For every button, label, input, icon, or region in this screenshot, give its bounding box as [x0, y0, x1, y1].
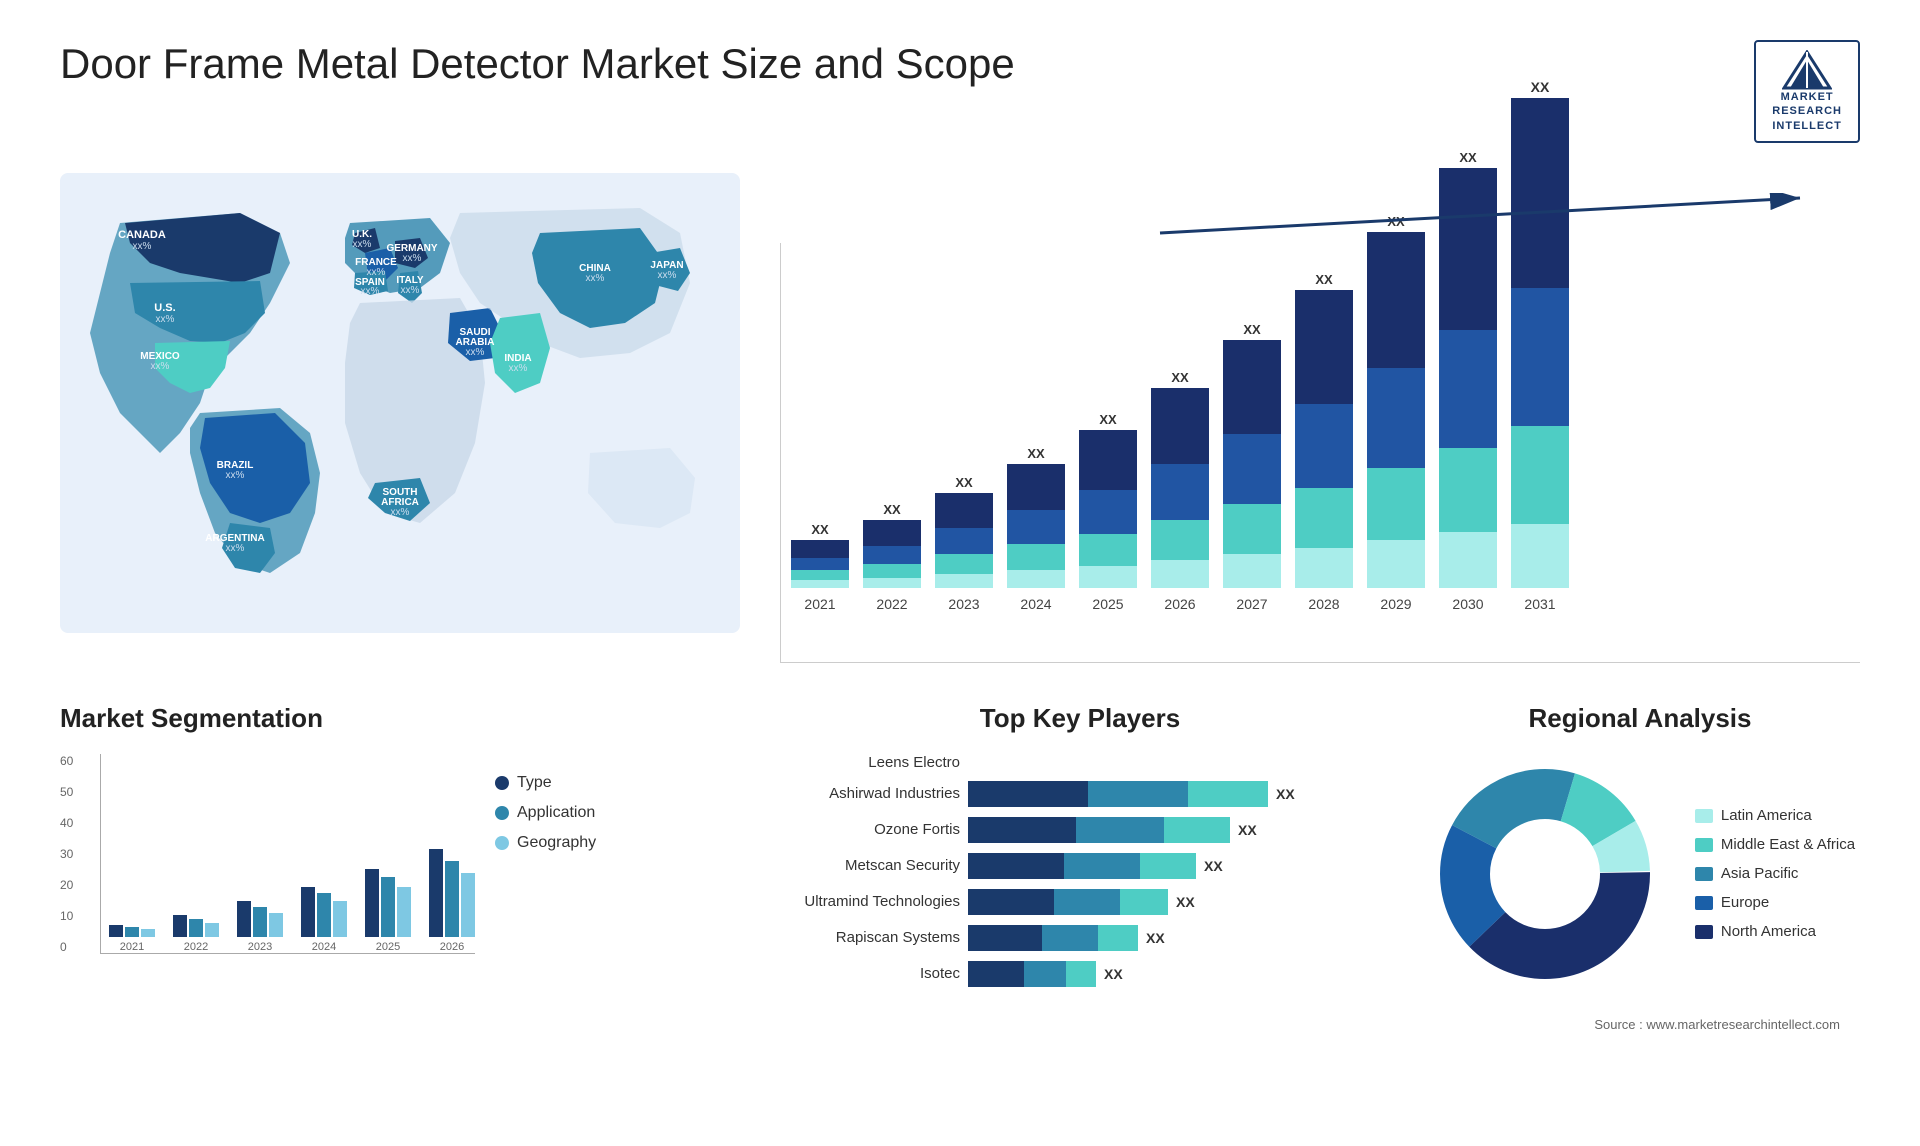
regional-legend: Latin America Middle East & Africa Asia … [1695, 807, 1855, 940]
legend-type: Type [495, 774, 596, 792]
svg-text:xx%: xx% [658, 270, 677, 281]
legend-latin-america: Latin America [1695, 807, 1855, 824]
bar-2021: XX 2021 [791, 522, 849, 612]
svg-text:xx%: xx% [353, 239, 372, 250]
legend-application: Application [495, 804, 596, 822]
bar-2022: XX 2022 [863, 502, 921, 612]
svg-text:xx%: xx% [403, 253, 422, 264]
players-section: Top Key Players Leens Electro Ashirwad I… [770, 703, 1390, 997]
svg-text:xx%: xx% [391, 507, 410, 518]
svg-text:xx%: xx% [226, 470, 245, 481]
svg-text:xx%: xx% [226, 543, 245, 554]
player-ultramind: Ultramind Technologies XX [770, 889, 1390, 915]
player-ozone: Ozone Fortis XX [770, 817, 1390, 843]
source-text: Source : www.marketresearchintellect.com [60, 1017, 1860, 1032]
segmentation-title: Market Segmentation [60, 703, 740, 734]
world-map: CANADA xx% U.S. xx% MEXICO xx% BRAZIL xx… [60, 173, 740, 673]
svg-text:xx%: xx% [156, 314, 175, 325]
logo: MARKET RESEARCH INTELLECT [1754, 40, 1860, 143]
seg-bar-2022: 2022 [173, 915, 219, 953]
legend-europe: Europe [1695, 894, 1855, 911]
bar-2024: XX 2024 [1007, 446, 1065, 612]
legend-north-america: North America [1695, 923, 1855, 940]
seg-bar-2025: 2025 [365, 869, 411, 953]
legend-middle-east-africa: Middle East & Africa [1695, 836, 1855, 853]
donut-chart [1425, 754, 1665, 994]
player-ashirwad: Ashirwad Industries XX [770, 781, 1390, 807]
players-title: Top Key Players [770, 703, 1390, 734]
seg-bar-2023: 2023 [237, 901, 283, 953]
svg-text:xx%: xx% [151, 361, 170, 372]
page-title: Door Frame Metal Detector Market Size an… [60, 40, 1015, 88]
header: Door Frame Metal Detector Market Size an… [60, 40, 1860, 143]
segmentation-legend: Type Application Geography [495, 774, 596, 852]
bar-2027: XX 2027 [1223, 322, 1281, 612]
growth-chart: XX 2021 XX [780, 173, 1860, 673]
svg-text:CANADA: CANADA [118, 229, 166, 241]
map-svg: CANADA xx% U.S. xx% MEXICO xx% BRAZIL xx… [60, 173, 740, 633]
svg-text:U.S.: U.S. [154, 302, 175, 314]
svg-text:xx%: xx% [586, 273, 605, 284]
svg-text:xx%: xx% [466, 347, 485, 358]
bar-2031: XX 2031 [1511, 79, 1569, 612]
svg-text:xx%: xx% [401, 285, 420, 296]
bar-2025: XX 2025 [1079, 412, 1137, 612]
seg-bar-2021: 2021 [109, 925, 155, 953]
seg-bar-2026: 2026 [429, 849, 475, 953]
segmentation-section: Market Segmentation 60 50 40 30 20 10 0 [60, 703, 740, 997]
player-metscan: Metscan Security XX [770, 853, 1390, 879]
svg-text:xx%: xx% [133, 241, 152, 252]
svg-text:xx%: xx% [509, 363, 528, 374]
bar-2026: XX 2026 [1151, 370, 1209, 612]
bar-2029: XX 2029 [1367, 214, 1425, 612]
trend-arrow-svg [1130, 193, 1830, 243]
segmentation-chart: 2021 2022 [100, 754, 475, 954]
svg-text:xx%: xx% [361, 286, 380, 297]
seg-bar-2024: 2024 [301, 887, 347, 953]
bar-2023: XX 2023 [935, 475, 993, 612]
player-leens-electro: Leens Electro [770, 754, 1390, 771]
logo-icon [1782, 50, 1832, 90]
player-isotec: Isotec XX [770, 961, 1390, 987]
regional-section: Regional Analysis [1420, 703, 1860, 997]
legend-geography: Geography [495, 834, 596, 852]
legend-asia-pacific: Asia Pacific [1695, 865, 1855, 882]
regional-title: Regional Analysis [1420, 703, 1860, 734]
page: Door Frame Metal Detector Market Size an… [0, 0, 1920, 1146]
bar-2028: XX 2028 [1295, 272, 1353, 612]
player-rapiscan: Rapiscan Systems XX [770, 925, 1390, 951]
logo-text: MARKET RESEARCH INTELLECT [1772, 90, 1842, 133]
